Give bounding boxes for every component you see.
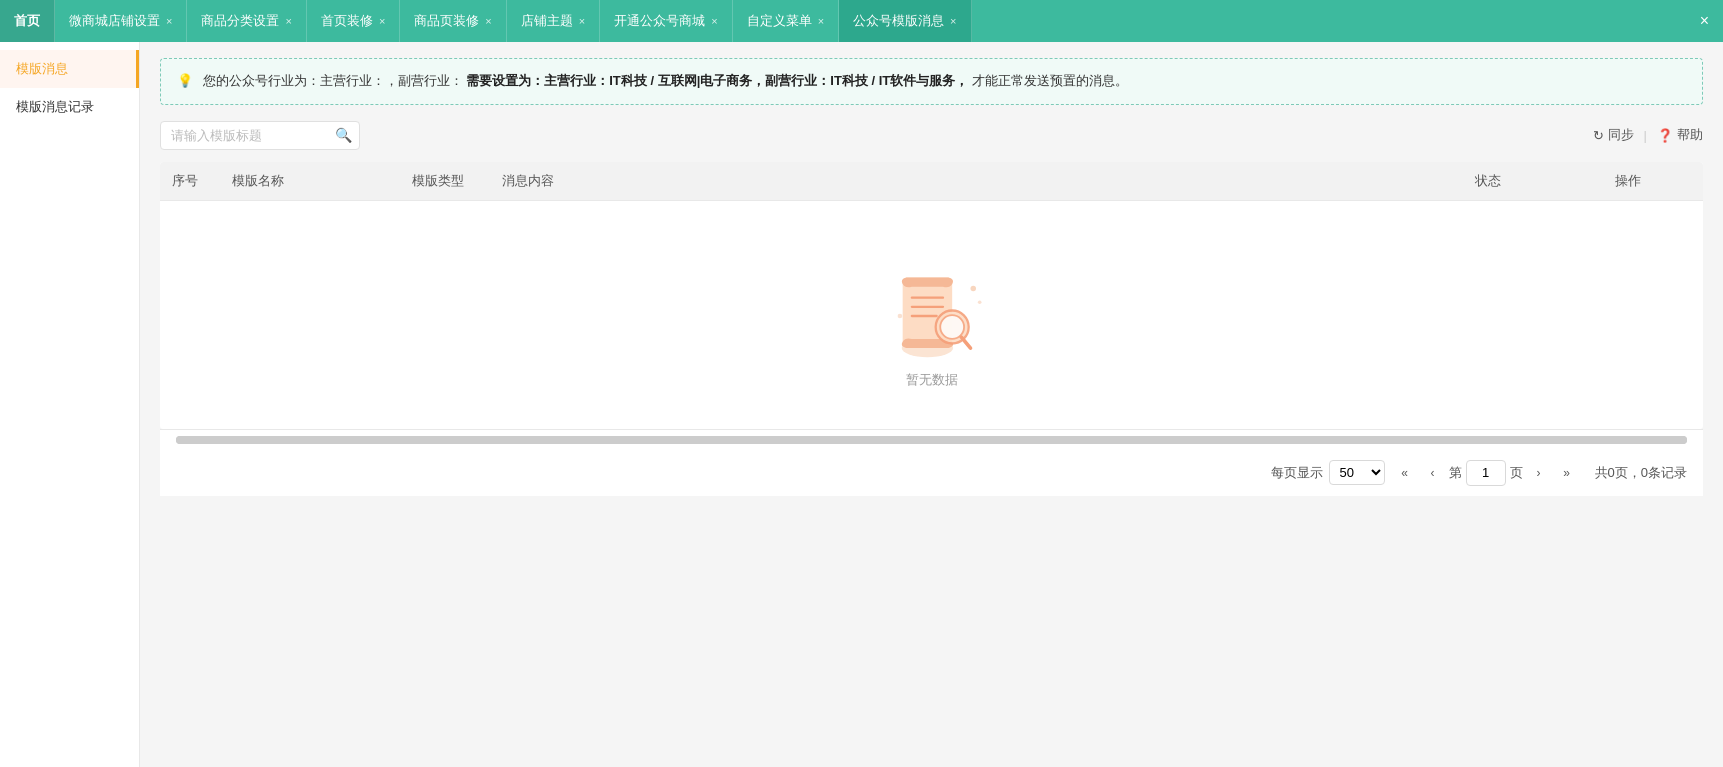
sidebar-item-template-message-log-label: 模版消息记录 (16, 99, 94, 114)
table-header-row: 序号 模版名称 模版类型 消息内容 状态 操作 (160, 162, 1703, 201)
nav-tab-open-public-shop[interactable]: 开通公众号商城 × (600, 0, 732, 42)
pagination: 每页显示 50 10 20 100 « ‹ 第 页 › » 共0页，0条记录 (160, 450, 1703, 496)
total-info: 共0页，0条记录 (1595, 464, 1687, 482)
sidebar-item-template-message-label: 模版消息 (16, 61, 68, 76)
col-name: 模版名称 (220, 162, 400, 201)
nav-tab-home[interactable]: 首页 (0, 0, 55, 42)
svg-point-5 (940, 315, 964, 339)
nav-tab-home-decoration[interactable]: 首页装修 × (307, 0, 400, 42)
main-layout: 模版消息 模版消息记录 💡 您的公众号行业为：主营行业：，副营行业： 需要设置为… (0, 42, 1723, 767)
last-page-button[interactable]: » (1555, 461, 1579, 485)
svg-point-7 (970, 286, 976, 292)
nav-tab-shop-theme-close[interactable]: × (579, 15, 585, 27)
close-all-button[interactable]: × (1686, 12, 1723, 30)
notice-text-highlight: 需要设置为：主营行业：IT科技 / 互联网|电子商务，副营行业：IT科技 / I… (466, 73, 968, 88)
help-icon: ❓ (1657, 128, 1673, 143)
empty-illustration (877, 261, 987, 371)
col-action: 操作 (1603, 162, 1703, 201)
top-nav: 首页 微商城店铺设置 × 商品分类设置 × 首页装修 × 商品页装修 × 店铺主… (0, 0, 1723, 42)
empty-state-row: 暂无数据 (160, 200, 1703, 429)
svg-line-6 (961, 337, 970, 348)
nav-tab-product-decoration[interactable]: 商品页装修 × (400, 0, 506, 42)
next-page-button[interactable]: › (1527, 461, 1551, 485)
search-input-wrap: 🔍 (160, 121, 360, 150)
notice-text-suffix: 才能正常发送预置的消息。 (972, 73, 1128, 88)
sidebar-item-template-message-log[interactable]: 模版消息记录 (0, 88, 139, 126)
scrollbar-thumb[interactable] (176, 436, 1687, 444)
nav-tab-template-message-close[interactable]: × (950, 15, 956, 27)
nav-tab-open-public-shop-label: 开通公众号商城 (614, 12, 705, 30)
nav-tab-custom-menu[interactable]: 自定义菜单 × (733, 0, 839, 42)
prev-page-button[interactable]: ‹ (1421, 461, 1445, 485)
svg-point-9 (897, 314, 902, 319)
scrollbar-area (160, 429, 1703, 450)
per-page-select: 每页显示 50 10 20 100 (1271, 460, 1385, 485)
per-page-label: 每页显示 (1271, 464, 1323, 482)
help-button[interactable]: ❓ 帮助 (1657, 126, 1703, 144)
nav-tab-product-category[interactable]: 商品分类设置 × (187, 0, 306, 42)
col-status: 状态 (1463, 162, 1603, 201)
col-content: 消息内容 (490, 162, 1463, 201)
nav-tab-product-decoration-label: 商品页装修 (414, 12, 479, 30)
sidebar-item-template-message[interactable]: 模版消息 (0, 50, 139, 88)
notice-box: 💡 您的公众号行业为：主营行业：，副营行业： 需要设置为：主营行业：IT科技 /… (160, 58, 1703, 105)
search-input[interactable] (160, 121, 360, 150)
notice-bulb-icon: 💡 (177, 73, 193, 88)
nav-tab-wechat-shop-label: 微商城店铺设置 (69, 12, 160, 30)
nav-tab-shop-theme[interactable]: 店铺主题 × (507, 0, 600, 42)
nav-tab-home-decoration-label: 首页装修 (321, 12, 373, 30)
nav-tab-template-message-label: 公众号模版消息 (853, 12, 944, 30)
col-index: 序号 (160, 162, 220, 201)
empty-text: 暂无数据 (906, 371, 958, 389)
nav-tab-custom-menu-label: 自定义菜单 (747, 12, 812, 30)
table-body: 暂无数据 (160, 200, 1703, 429)
page-unit: 页 (1510, 464, 1523, 482)
page-label: 第 (1449, 464, 1462, 482)
nav-tab-home-label: 首页 (14, 12, 40, 30)
per-page-dropdown[interactable]: 50 10 20 100 (1329, 460, 1385, 485)
search-icon[interactable]: 🔍 (335, 127, 352, 143)
table-wrapper: 序号 模版名称 模版类型 消息内容 状态 操作 (160, 162, 1703, 429)
horizontal-scrollbar[interactable] (176, 436, 1687, 444)
current-page-input[interactable] (1466, 460, 1506, 486)
svg-point-8 (977, 300, 981, 304)
content-area: 💡 您的公众号行业为：主营行业：，副营行业： 需要设置为：主营行业：IT科技 /… (140, 42, 1723, 767)
divider: | (1644, 128, 1647, 143)
sidebar: 模版消息 模版消息记录 (0, 42, 140, 767)
search-bar: 🔍 ↻ 同步 | ❓ 帮助 (160, 121, 1703, 150)
sync-button[interactable]: ↻ 同步 (1593, 126, 1634, 144)
nav-tab-template-message[interactable]: 公众号模版消息 × (839, 0, 971, 42)
nav-tab-product-category-close[interactable]: × (285, 15, 291, 27)
col-type: 模版类型 (400, 162, 490, 201)
data-table: 序号 模版名称 模版类型 消息内容 状态 操作 (160, 162, 1703, 429)
nav-tab-shop-theme-label: 店铺主题 (521, 12, 573, 30)
sync-icon: ↻ (1593, 128, 1604, 143)
help-label: 帮助 (1677, 126, 1703, 144)
nav-tab-product-category-label: 商品分类设置 (201, 12, 279, 30)
nav-tab-wechat-shop[interactable]: 微商城店铺设置 × (55, 0, 187, 42)
first-page-button[interactable]: « (1393, 461, 1417, 485)
search-actions: ↻ 同步 | ❓ 帮助 (1593, 126, 1703, 144)
sync-label: 同步 (1608, 126, 1634, 144)
nav-tab-home-decoration-close[interactable]: × (379, 15, 385, 27)
nav-tab-open-public-shop-close[interactable]: × (711, 15, 717, 27)
empty-state-cell: 暂无数据 (160, 200, 1703, 429)
page-nav: « ‹ 第 页 › » (1393, 460, 1579, 486)
nav-tab-custom-menu-close[interactable]: × (818, 15, 824, 27)
table-header: 序号 模版名称 模版类型 消息内容 状态 操作 (160, 162, 1703, 201)
notice-text-prefix: 您的公众号行业为：主营行业：，副营行业： (203, 73, 463, 88)
nav-tab-product-decoration-close[interactable]: × (485, 15, 491, 27)
empty-state: 暂无数据 (160, 201, 1703, 429)
nav-tab-wechat-shop-close[interactable]: × (166, 15, 172, 27)
